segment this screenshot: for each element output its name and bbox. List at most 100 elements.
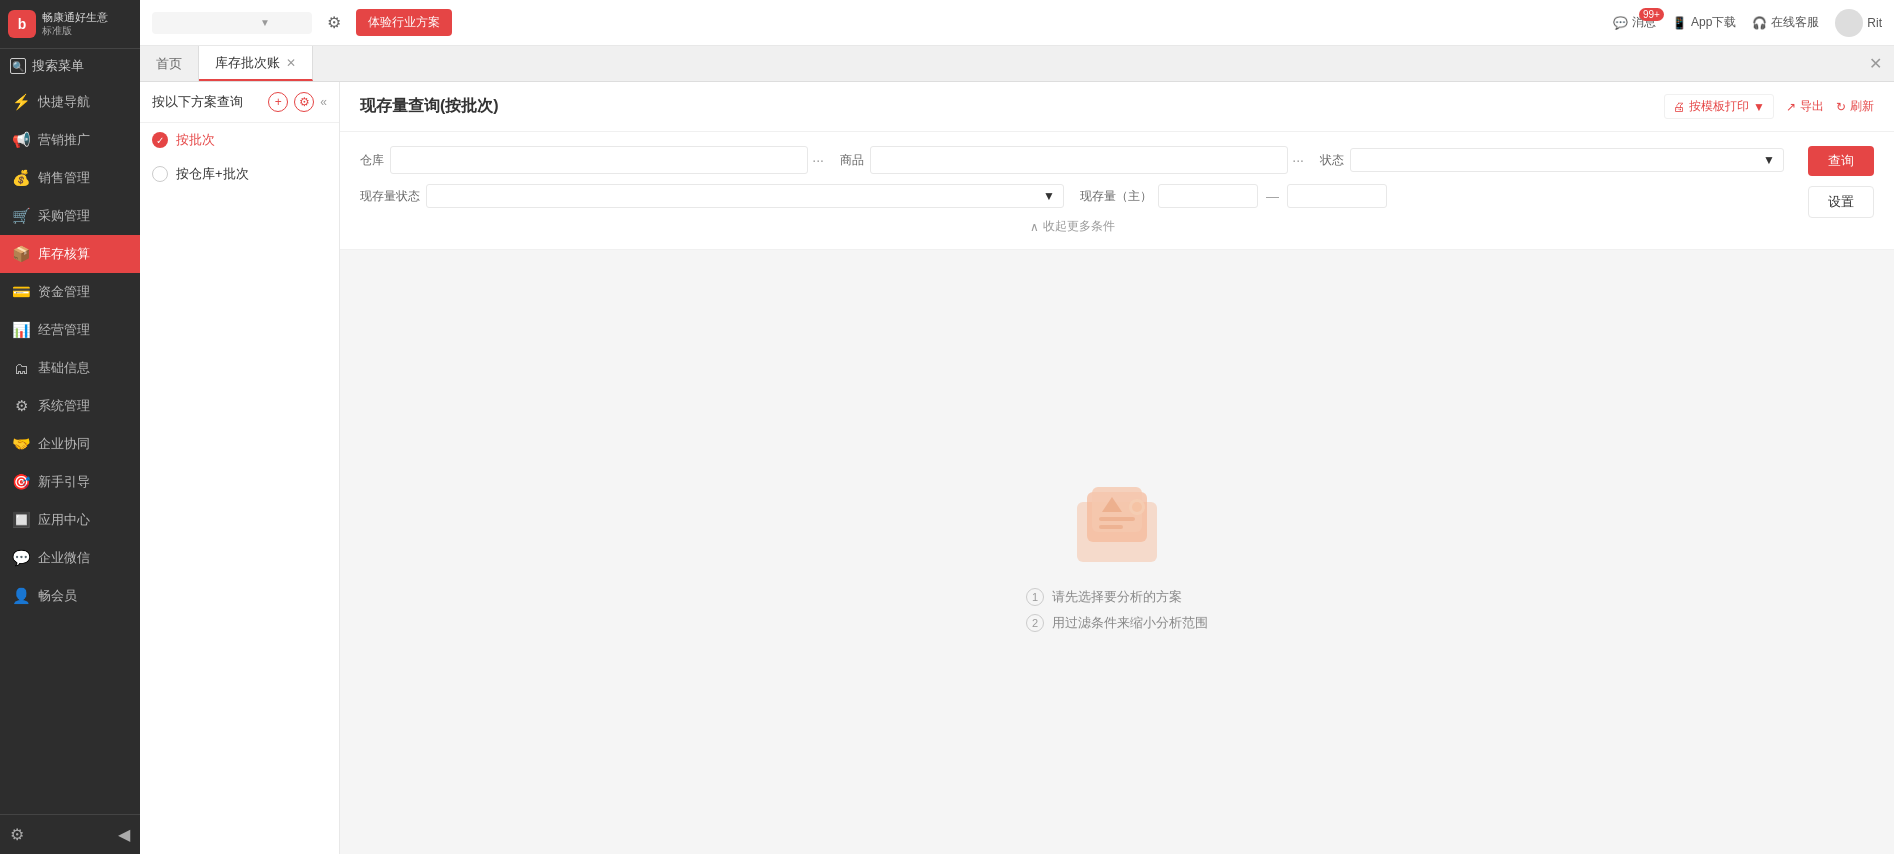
tab-inventory-batch[interactable]: 库存批次账 ✕: [199, 46, 313, 81]
nav-label: 销售管理: [38, 169, 90, 187]
tab-bar-close-button[interactable]: ✕: [1857, 54, 1894, 73]
nav-label: 企业微信: [38, 549, 90, 567]
nav-items: ⚡ 快捷导航 📢 营销推广 💰 销售管理 🛒 采购管理 📦 库存核算 💳 资金管…: [0, 83, 140, 814]
print-button[interactable]: 🖨 按模板打印 ▼: [1664, 94, 1774, 119]
status-label: 状态: [1320, 152, 1344, 169]
inventory-icon: 📦: [12, 245, 30, 263]
sidebar-item-member[interactable]: 👤 畅会员: [0, 577, 140, 615]
warehouse-dots[interactable]: ···: [812, 152, 824, 168]
warehouse-input[interactable]: [390, 146, 808, 174]
sidebar-item-basic[interactable]: 🗂 基础信息: [0, 349, 140, 387]
scheme-inactive-dot: [152, 166, 168, 182]
sidebar-item-guide[interactable]: 🎯 新手引导: [0, 463, 140, 501]
stock-status-filter-group: 现存量状态 ▼: [360, 184, 1064, 208]
sidebar-item-operations[interactable]: 📊 经营管理: [0, 311, 140, 349]
sidebar-item-apps[interactable]: 🔲 应用中心: [0, 501, 140, 539]
svg-rect-4: [1099, 517, 1135, 521]
sidebar-header: b 畅康通好生意 标准版: [0, 0, 140, 49]
search-menu[interactable]: 🔍 搜索菜单: [0, 49, 140, 83]
scheme-batch-label: 按批次: [176, 131, 215, 149]
nav-label: 基础信息: [38, 359, 90, 377]
operations-icon: 📊: [12, 321, 30, 339]
stock-qty-label: 现存量（主）: [1080, 188, 1152, 205]
header-actions: 🖨 按模板打印 ▼ ↗ 导出 ↻ 刷新: [1664, 94, 1874, 119]
purchase-icon: 🛒: [12, 207, 30, 225]
product-dots[interactable]: ···: [1292, 152, 1304, 168]
filter-area: 仓库 ··· 商品 ··· 状态: [340, 132, 1894, 250]
scheme-active-dot: ✓: [152, 132, 168, 148]
settings-footer-icon[interactable]: ⚙: [10, 825, 24, 844]
status-dropdown-arrow: ▼: [1763, 153, 1775, 167]
export-button[interactable]: ↗ 导出: [1786, 98, 1824, 115]
empty-illustration: [1057, 472, 1177, 572]
collapse-sidebar-icon[interactable]: ◀: [118, 825, 130, 844]
nav-label: 应用中心: [38, 511, 90, 529]
message-icon: 💬: [1613, 16, 1628, 30]
stock-status-dropdown[interactable]: ▼: [426, 184, 1064, 208]
print-dropdown-icon: ▼: [1753, 100, 1765, 114]
export-label: 导出: [1800, 98, 1824, 115]
sidebar-item-shortcuts[interactable]: ⚡ 快捷导航: [0, 83, 140, 121]
sidebar-footer: ⚙ ◀: [0, 814, 140, 854]
top-search-area[interactable]: ▼: [152, 12, 312, 34]
nav-label: 企业协同: [38, 435, 90, 453]
left-panel-actions: + ⚙ «: [268, 92, 327, 112]
scheme-item-warehouse-batch[interactable]: 按仓库+批次: [140, 157, 339, 191]
filter-settings-button[interactable]: 设置: [1808, 186, 1874, 218]
user-avatar: [1835, 9, 1863, 37]
shortcuts-icon: ⚡: [12, 93, 30, 111]
query-button[interactable]: 查询: [1808, 146, 1874, 176]
filter-row-2: 现存量状态 ▼ 现存量（主） —: [360, 184, 1784, 208]
sidebar-item-enterprise[interactable]: 🤝 企业协同: [0, 425, 140, 463]
experience-button[interactable]: 体验行业方案: [356, 9, 452, 36]
action-btn-group: 查询 设置: [1808, 146, 1874, 218]
print-label: 按模板打印: [1689, 98, 1749, 115]
app-icon: 📱: [1672, 16, 1687, 30]
nav-label: 新手引导: [38, 473, 90, 491]
refresh-icon: ↻: [1836, 100, 1846, 114]
tip-item-1: 1 请先选择要分析的方案: [1026, 588, 1208, 606]
sidebar-item-marketing[interactable]: 📢 营销推广: [0, 121, 140, 159]
message-action[interactable]: 💬 消息 99+: [1613, 14, 1656, 31]
tab-home[interactable]: 首页: [140, 46, 199, 81]
sidebar-item-finance[interactable]: 💳 资金管理: [0, 273, 140, 311]
add-scheme-button[interactable]: +: [268, 92, 288, 112]
basic-icon: 🗂: [12, 359, 30, 377]
sidebar-item-purchase[interactable]: 🛒 采购管理: [0, 197, 140, 235]
guide-icon: 🎯: [12, 473, 30, 491]
tab-close-icon[interactable]: ✕: [286, 56, 296, 70]
refresh-button[interactable]: ↻ 刷新: [1836, 98, 1874, 115]
tip-item-2: 2 用过滤条件来缩小分析范围: [1026, 614, 1208, 632]
online-service-action[interactable]: 🎧 在线客服: [1752, 14, 1819, 31]
sidebar-item-inventory[interactable]: 📦 库存核算: [0, 235, 140, 273]
search-menu-label: 搜索菜单: [32, 57, 84, 75]
scheme-item-batch[interactable]: ✓ 按批次: [140, 123, 339, 157]
nav-label: 营销推广: [38, 131, 90, 149]
user-profile[interactable]: Rit: [1835, 9, 1882, 37]
scheme-settings-icon: ⚙: [299, 95, 310, 109]
left-panel-title: 按以下方案查询: [152, 93, 243, 111]
content: 按以下方案查询 + ⚙ « ✓ 按批次 按仓库+批次: [140, 82, 1894, 854]
search-dropdown-arrow[interactable]: ▼: [260, 17, 270, 28]
gear-button[interactable]: ⚙: [320, 9, 348, 37]
collapse-panel-button[interactable]: «: [320, 95, 327, 109]
app-download-action[interactable]: 📱 App下载: [1672, 14, 1736, 31]
collapse-more-button[interactable]: ∧ 收起更多条件: [360, 218, 1784, 235]
sidebar-item-system[interactable]: ⚙ 系统管理: [0, 387, 140, 425]
stock-qty-to[interactable]: [1287, 184, 1387, 208]
sidebar-logo: b 畅康通好生意 标准版: [8, 10, 132, 38]
empty-tips: 1 请先选择要分析的方案 2 用过滤条件来缩小分析范围: [1026, 588, 1208, 632]
tip-text-2: 用过滤条件来缩小分析范围: [1052, 614, 1208, 632]
nav-label: 库存核算: [38, 245, 90, 263]
status-dropdown[interactable]: ▼: [1350, 148, 1784, 172]
wechat-icon: 💬: [12, 549, 30, 567]
top-search-input[interactable]: [160, 16, 260, 30]
nav-label: 资金管理: [38, 283, 90, 301]
stock-qty-from[interactable]: [1158, 184, 1258, 208]
product-input[interactable]: [870, 146, 1288, 174]
tip-num-1: 1: [1026, 588, 1044, 606]
sidebar-item-wechat[interactable]: 💬 企业微信: [0, 539, 140, 577]
finance-icon: 💳: [12, 283, 30, 301]
scheme-settings-button[interactable]: ⚙: [294, 92, 314, 112]
sidebar-item-sales[interactable]: 💰 销售管理: [0, 159, 140, 197]
